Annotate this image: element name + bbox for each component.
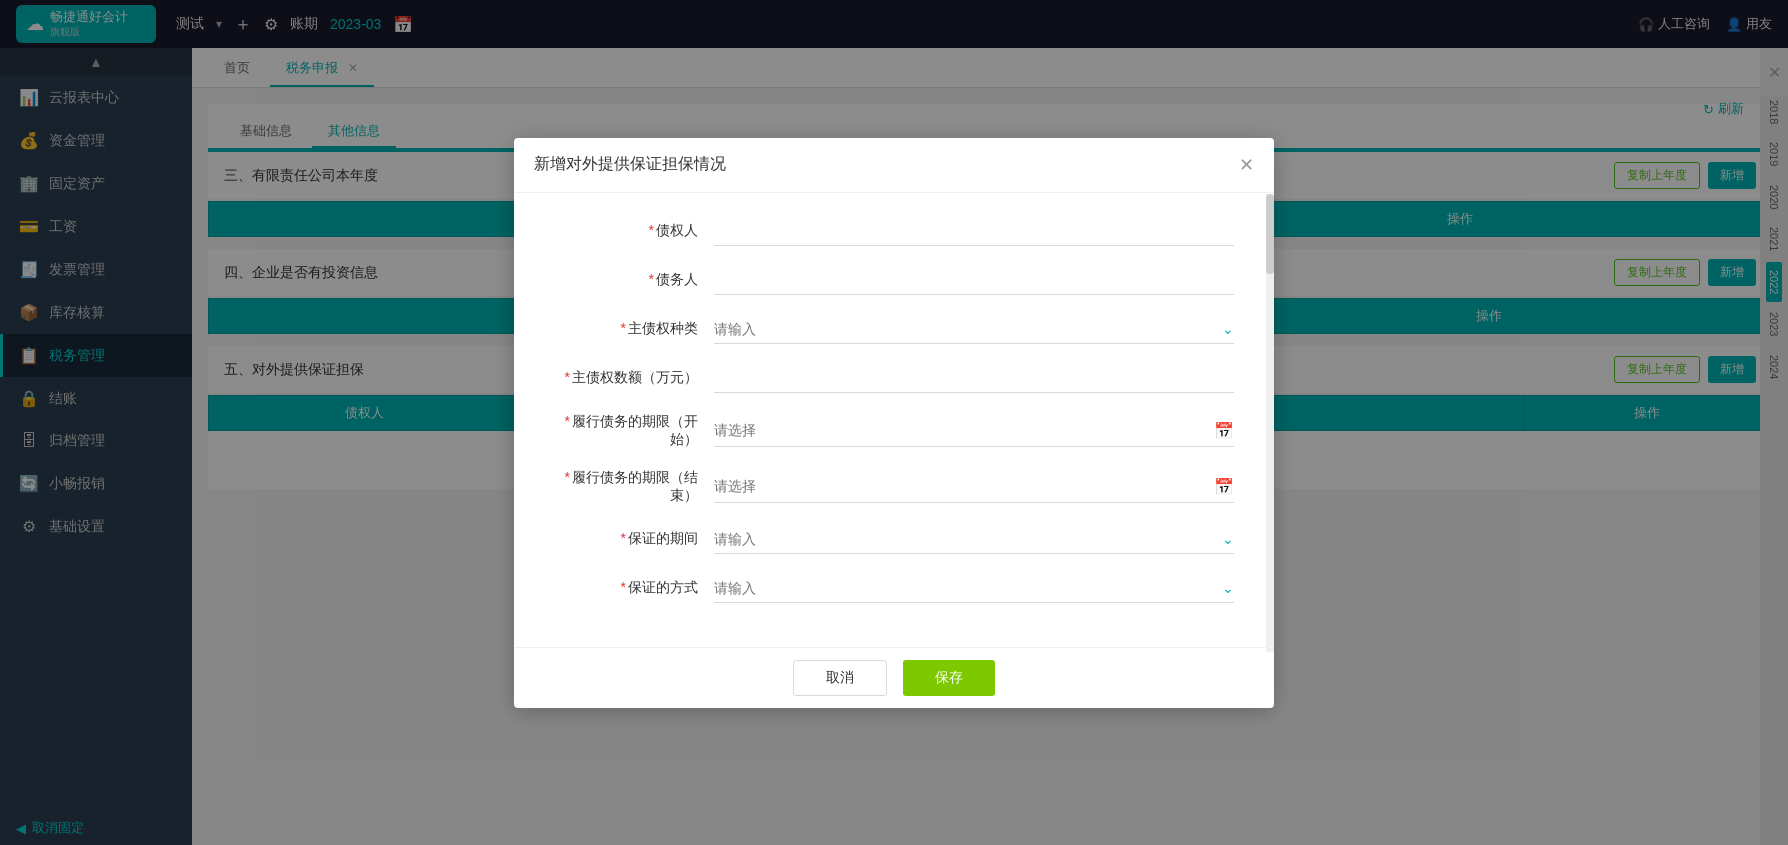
select-guarantee-period[interactable]: ⌄ [714, 525, 1234, 554]
dialog-scrollbar[interactable] [1266, 194, 1274, 652]
input-guarantee-period[interactable] [714, 531, 1222, 547]
select-claim-type[interactable]: ⌄ [714, 315, 1234, 344]
chevron-down-icon-3[interactable]: ⌄ [1222, 580, 1234, 596]
form-row-period-start: *履行债务的期限（开始） 📅 [554, 413, 1234, 449]
form-row-guarantee-method: *保证的方式 ⌄ [554, 574, 1234, 603]
form-row-creditor: *债权人 [554, 217, 1234, 246]
input-creditor[interactable] [714, 217, 1234, 246]
form-row-debtor: *债务人 [554, 266, 1234, 295]
input-claim-type[interactable] [714, 321, 1222, 337]
input-claim-amount[interactable] [714, 364, 1234, 393]
label-guarantee-method: *保证的方式 [554, 579, 714, 597]
form-row-guarantee-period: *保证的期间 ⌄ [554, 525, 1234, 554]
form-row-claim-amount: *主债权数额（万元） [554, 364, 1234, 393]
label-claim-amount: *主债权数额（万元） [554, 369, 714, 387]
calendar-end-icon[interactable]: 📅 [1214, 477, 1234, 496]
dialog: 新增对外提供保证担保情况 ✕ *债权人 *债务人 *主债权种类 [514, 138, 1274, 708]
select-guarantee-method[interactable]: ⌄ [714, 574, 1234, 603]
calendar-start-icon[interactable]: 📅 [1214, 421, 1234, 440]
dialog-footer: 取消 保存 [514, 647, 1274, 708]
chevron-down-icon-2[interactable]: ⌄ [1222, 531, 1234, 547]
input-debtor[interactable] [714, 266, 1234, 295]
label-claim-type: *主债权种类 [554, 320, 714, 338]
label-period-start: *履行债务的期限（开始） [554, 413, 714, 449]
dialog-close-icon[interactable]: ✕ [1239, 154, 1254, 176]
dialog-header: 新增对外提供保证担保情况 ✕ [514, 138, 1274, 193]
label-period-end: *履行债务的期限（结束） [554, 469, 714, 505]
chevron-down-icon[interactable]: ⌄ [1222, 321, 1234, 337]
dialog-title: 新增对外提供保证担保情况 [534, 154, 726, 175]
label-guarantee-period: *保证的期间 [554, 530, 714, 548]
input-guarantee-method[interactable] [714, 580, 1222, 596]
input-period-start[interactable] [714, 422, 1214, 438]
dialog-scrollbar-thumb[interactable] [1266, 194, 1274, 274]
form-row-claim-type: *主债权种类 ⌄ [554, 315, 1234, 344]
form-row-period-end: *履行债务的期限（结束） 📅 [554, 469, 1234, 505]
label-creditor: *债权人 [554, 222, 714, 240]
cancel-button[interactable]: 取消 [793, 660, 887, 696]
input-period-end[interactable] [714, 478, 1214, 494]
label-debtor: *债务人 [554, 271, 714, 289]
date-period-start[interactable]: 📅 [714, 415, 1234, 447]
date-period-end[interactable]: 📅 [714, 471, 1234, 503]
modal-overlay: 新增对外提供保证担保情况 ✕ *债权人 *债务人 *主债权种类 [0, 0, 1788, 845]
save-button[interactable]: 保存 [903, 660, 995, 696]
dialog-body: *债权人 *债务人 *主债权种类 ⌄ [514, 193, 1274, 647]
